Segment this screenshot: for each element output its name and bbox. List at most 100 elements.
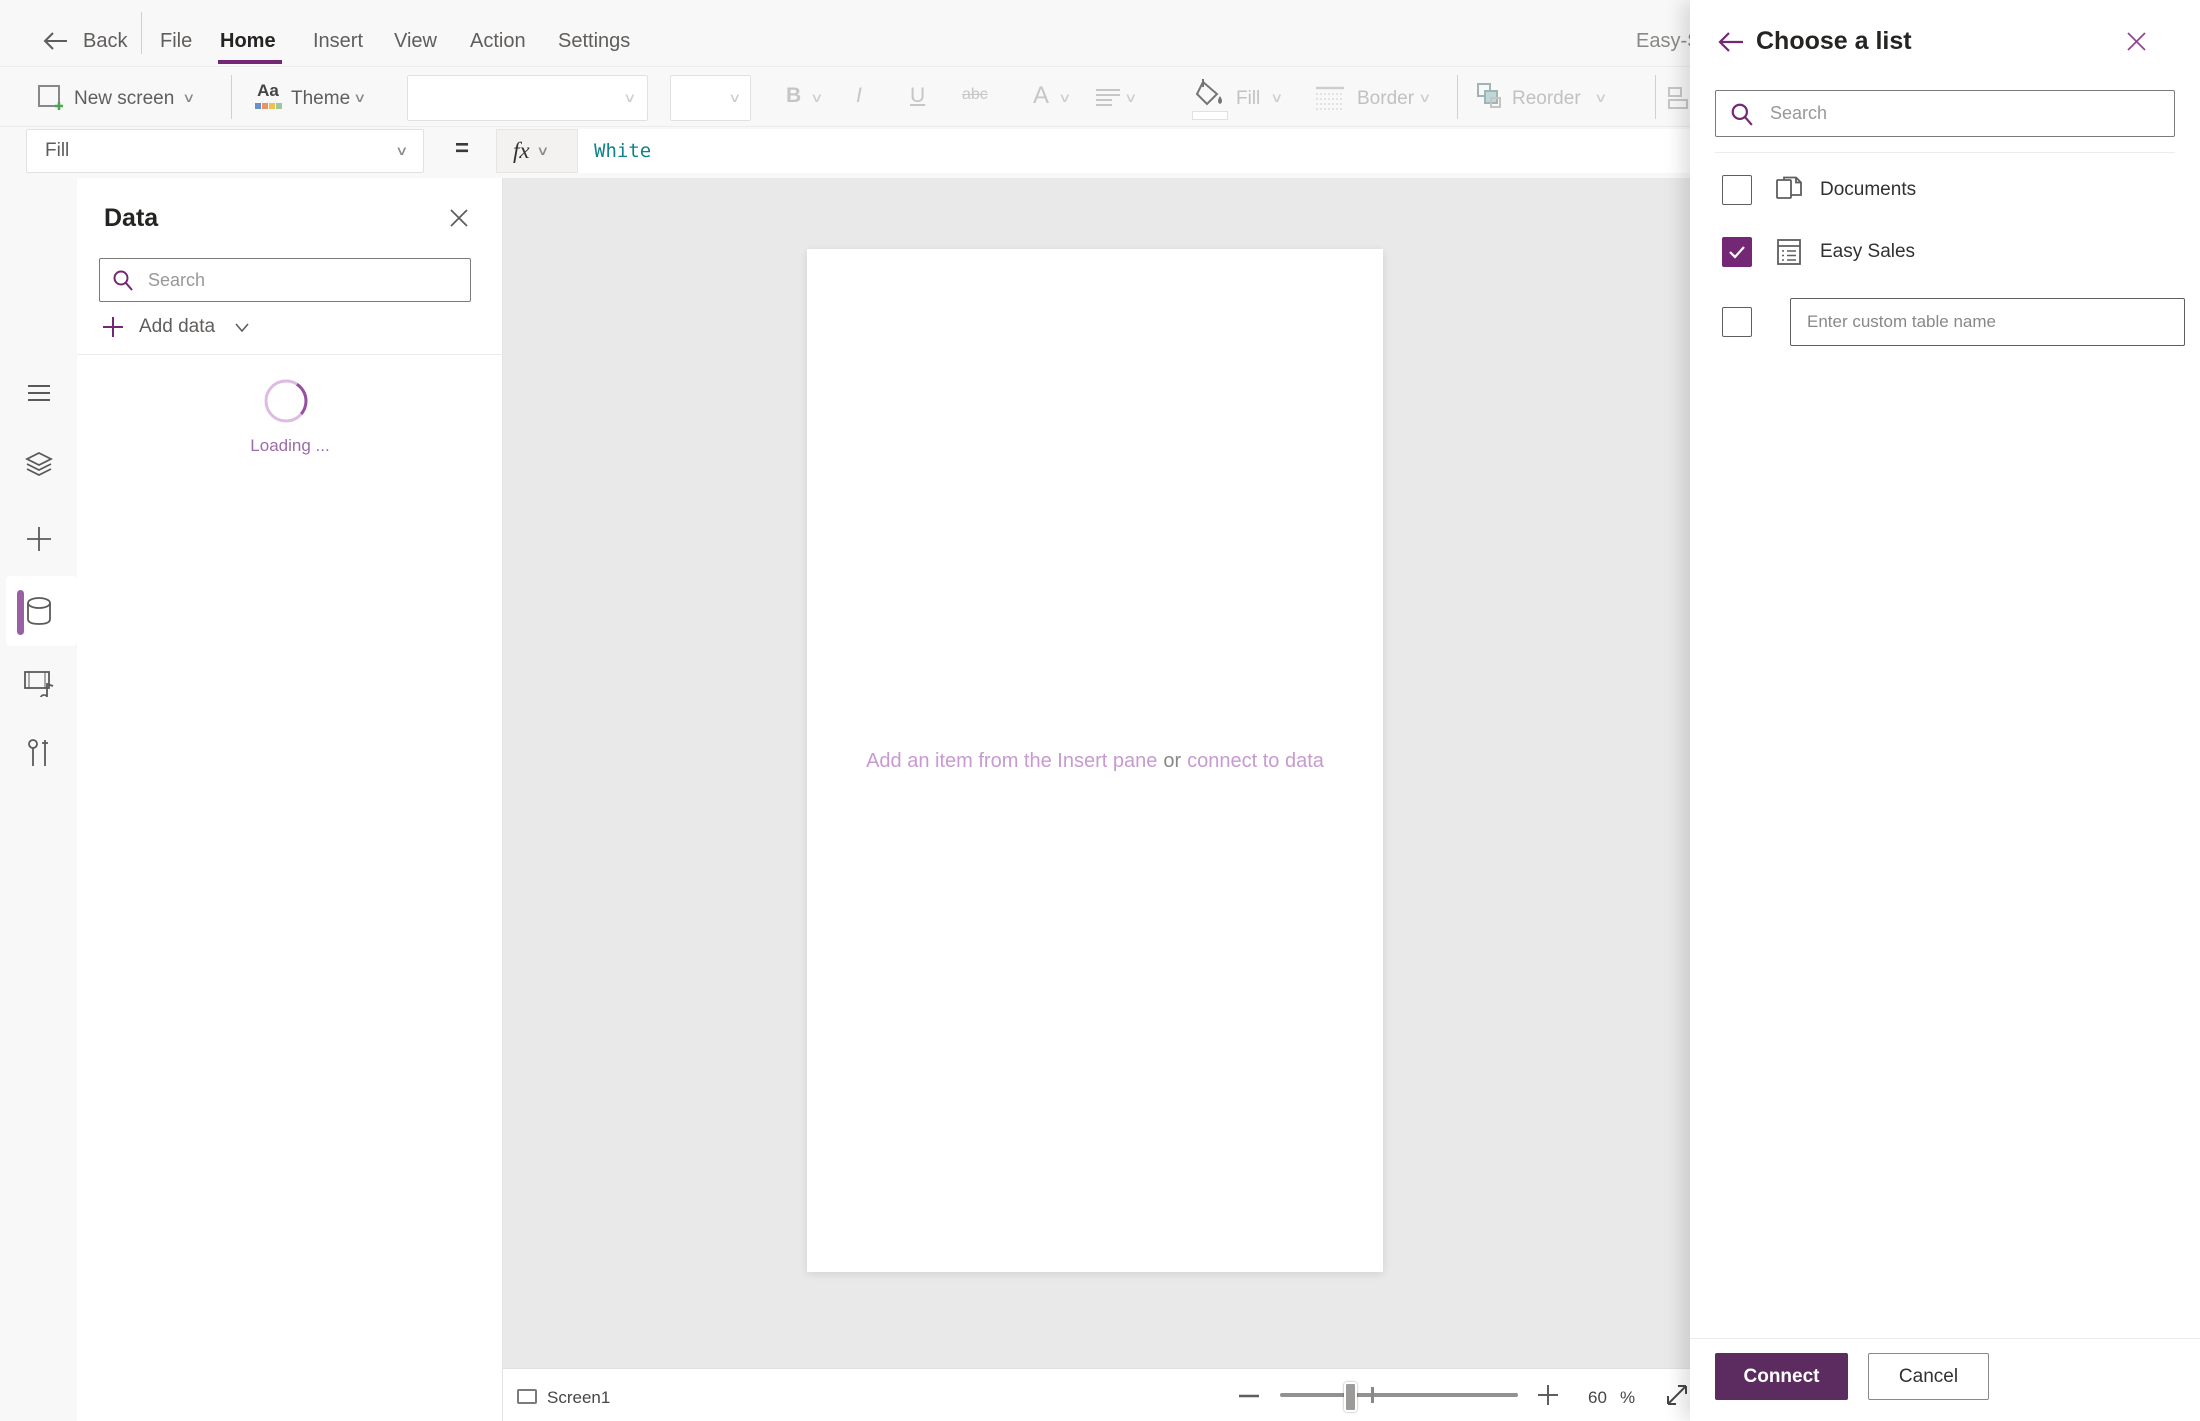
formula-input[interactable]: White <box>578 129 1692 173</box>
rail-menu-button[interactable] <box>0 361 77 425</box>
canvas-area: Add an item from the Insert pane or connec… <box>503 178 1690 1368</box>
zoom-percent-value: 60 <box>1588 1388 1607 1408</box>
panel-search-box[interactable] <box>1715 90 2175 137</box>
back-arrow-icon[interactable] <box>42 31 68 51</box>
layers-icon <box>25 452 53 478</box>
property-dropdown[interactable]: Fill ∨ <box>26 129 424 173</box>
rail-advanced-tools-button[interactable] <box>0 721 77 785</box>
menu-file[interactable]: File <box>160 30 192 53</box>
fx-button[interactable]: fx ∨ <box>496 129 578 173</box>
empty-screen-hint: Add an item from the Insert pane or connec… <box>807 750 1383 773</box>
rail-tree-view-button[interactable] <box>0 433 77 497</box>
zoom-out-icon[interactable] <box>1239 1394 1259 1398</box>
add-data-button[interactable]: Add data <box>102 316 249 338</box>
new-screen-button[interactable]: New screen <box>74 88 174 110</box>
panel-search-icon <box>1730 102 1754 126</box>
fit-to-window-icon[interactable] <box>1664 1382 1690 1408</box>
new-screen-icon <box>36 83 66 113</box>
documents-icon <box>1775 176 1803 204</box>
fill-button[interactable]: Fill <box>1236 88 1260 110</box>
formula-value: White <box>594 140 651 162</box>
toolbar-divider-2 <box>1457 75 1458 119</box>
insert-pane-link[interactable]: Add an item from the Insert pane <box>866 750 1157 772</box>
zoom-slider-track[interactable] <box>1280 1393 1518 1397</box>
property-chevron-icon: ∨ <box>396 143 409 159</box>
custom-table-input-box[interactable] <box>1790 298 2185 346</box>
bold-chevron-icon: ∨ <box>810 90 823 106</box>
database-icon <box>25 596 53 626</box>
panel-search-input[interactable] <box>1768 102 2160 125</box>
panel-close-icon[interactable] <box>2126 31 2147 52</box>
fill-bucket-icon[interactable] <box>1195 78 1225 110</box>
add-data-plus-icon <box>102 316 124 338</box>
hamburger-icon <box>27 384 51 402</box>
rail-data-button[interactable] <box>0 579 77 643</box>
new-screen-chevron-icon[interactable]: ∨ <box>182 90 195 106</box>
easy-sales-checkbox[interactable] <box>1722 237 1752 267</box>
plus-icon <box>26 526 52 552</box>
zoom-slider-thumb[interactable] <box>1344 1382 1357 1412</box>
theme-button[interactable]: Theme <box>291 88 350 110</box>
list-icon <box>1776 238 1802 266</box>
rail-insert-button[interactable] <box>0 507 77 571</box>
screen-thumb-icon <box>517 1389 537 1404</box>
theme-icon: Aa <box>253 81 283 109</box>
toolbar-divider-3 <box>1655 75 1656 119</box>
reorder-button[interactable]: Reorder <box>1512 88 1581 110</box>
menu-view[interactable]: View <box>394 30 437 53</box>
menu-home[interactable]: Home <box>220 30 276 53</box>
align-icon[interactable] <box>1668 86 1690 110</box>
fill-chevron-icon: ∨ <box>1270 90 1283 106</box>
menu-insert[interactable]: Insert <box>313 30 363 53</box>
search-icon <box>112 269 134 291</box>
data-panel-divider <box>77 354 503 355</box>
border-icon[interactable] <box>1315 86 1345 110</box>
strikethrough-button[interactable]: abc <box>962 86 988 104</box>
choose-list-panel: Choose a list Documents Easy Sales Conne… <box>1690 0 2200 1421</box>
connect-button[interactable]: Connect <box>1715 1353 1848 1400</box>
add-data-label: Add data <box>139 316 215 338</box>
data-search-box[interactable] <box>99 258 471 302</box>
theme-chevron-icon[interactable]: ∨ <box>353 90 366 106</box>
menu-action[interactable]: Action <box>470 30 526 53</box>
rail-media-button[interactable] <box>0 651 77 715</box>
fill-color-swatch <box>1192 111 1228 120</box>
font-family-dropdown[interactable]: ∨ <box>407 75 648 121</box>
menu-settings[interactable]: Settings <box>558 30 630 53</box>
data-panel-close-icon[interactable] <box>449 208 469 228</box>
zoom-in-icon[interactable] <box>1538 1385 1558 1405</box>
fx-label: fx <box>513 138 530 164</box>
italic-button[interactable]: I <box>856 84 862 108</box>
property-name: Fill <box>45 140 69 162</box>
list-item-custom[interactable] <box>1722 298 2185 346</box>
screen-name-label[interactable]: Screen1 <box>547 1388 610 1408</box>
custom-checkbox[interactable] <box>1722 307 1752 337</box>
documents-checkbox[interactable] <box>1722 175 1752 205</box>
border-button[interactable]: Border <box>1357 88 1414 110</box>
font-size-dropdown[interactable]: ∨ <box>670 75 751 121</box>
documents-label: Documents <box>1820 179 1916 201</box>
data-search-input[interactable] <box>146 269 458 292</box>
font-color-button[interactable]: A <box>1033 82 1049 110</box>
panel-footer-divider <box>1690 1338 2200 1339</box>
list-item-documents[interactable]: Documents <box>1722 173 1916 207</box>
back-button[interactable]: Back <box>83 30 127 53</box>
cancel-button[interactable]: Cancel <box>1868 1353 1989 1400</box>
equals-sign: = <box>455 135 469 163</box>
reorder-chevron-icon: ∨ <box>1594 90 1607 106</box>
reorder-icon[interactable] <box>1476 82 1504 110</box>
data-panel-title: Data <box>104 204 158 233</box>
text-align-chevron-icon: ∨ <box>1124 90 1137 106</box>
app-title: Easy-S <box>1636 30 1694 53</box>
connect-to-data-link[interactable]: connect to data <box>1187 750 1324 772</box>
custom-table-input[interactable] <box>1805 311 2170 333</box>
underline-button[interactable]: U <box>910 84 925 108</box>
bold-button[interactable]: B <box>786 84 801 108</box>
panel-back-icon[interactable] <box>1718 31 1744 53</box>
fx-chevron-icon: ∨ <box>536 143 549 159</box>
list-item-easy-sales[interactable]: Easy Sales <box>1722 235 1915 269</box>
hint-or-text: or <box>1163 750 1181 772</box>
text-align-icon[interactable] <box>1095 88 1121 108</box>
media-icon <box>24 669 54 697</box>
border-chevron-icon: ∨ <box>1418 90 1431 106</box>
